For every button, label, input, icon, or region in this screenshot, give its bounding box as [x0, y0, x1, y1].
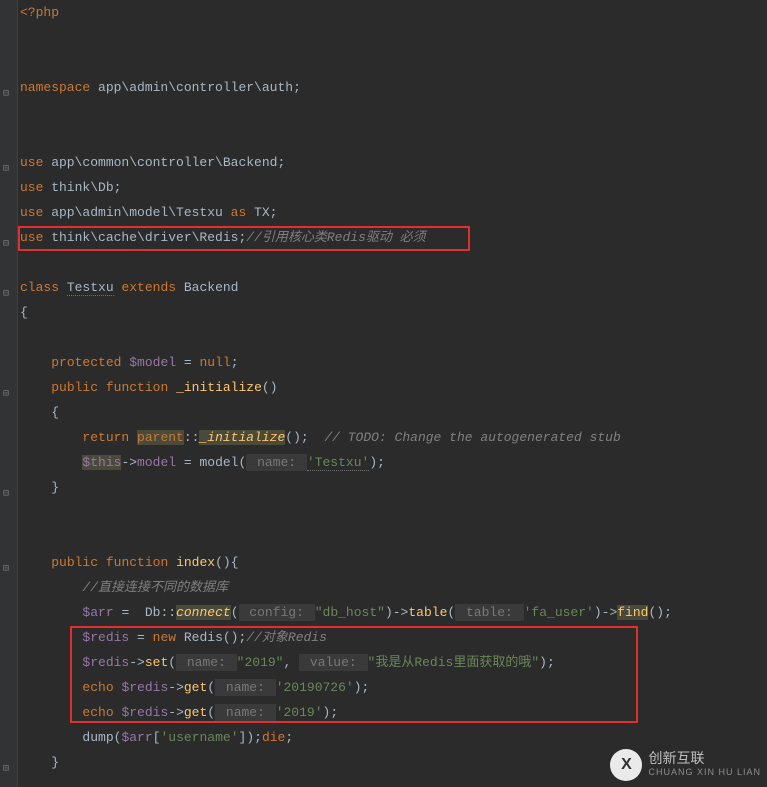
fold-icon[interactable]: ⊟ — [3, 757, 15, 769]
code-line — [18, 525, 767, 550]
code-line: { — [18, 400, 767, 425]
watermark: X 创新互联 CHUANG XIN HU LIAN — [610, 749, 761, 781]
fold-icon[interactable]: ⊟ — [3, 282, 15, 294]
code-line: } — [18, 475, 767, 500]
fold-icon[interactable]: ⊟ — [3, 557, 15, 569]
code-line: $redis->set( name: "2019", value: "我是从Re… — [18, 650, 767, 675]
code-line: class Testxu extends Backend — [18, 275, 767, 300]
code-line: return parent::_initialize(); // TODO: C… — [18, 425, 767, 450]
code-editor: ⊟ ⊟ ⊟ ⊟ ⊟ ⊟ ⊟ ⊟ <?php namespace app\admi… — [0, 0, 767, 787]
code-line: use app\common\controller\Backend; — [18, 150, 767, 175]
code-line — [18, 325, 767, 350]
code-line: echo $redis->get( name: '2019'); — [18, 700, 767, 725]
code-line: //直接连接不同的数据库 — [18, 575, 767, 600]
code-content[interactable]: <?php namespace app\admin\controller\aut… — [18, 0, 767, 787]
code-line: public function _initialize() — [18, 375, 767, 400]
code-line: $redis = new Redis();//对象Redis — [18, 625, 767, 650]
fold-icon[interactable]: ⊟ — [3, 382, 15, 394]
code-line — [18, 250, 767, 275]
code-line: echo $redis->get( name: '20190726'); — [18, 675, 767, 700]
code-line: use think\Db; — [18, 175, 767, 200]
code-line — [18, 50, 767, 75]
code-line — [18, 500, 767, 525]
editor-gutter: ⊟ ⊟ ⊟ ⊟ ⊟ ⊟ ⊟ ⊟ — [0, 0, 18, 787]
watermark-subtitle: CHUANG XIN HU LIAN — [648, 765, 761, 779]
code-line: use think\cache\driver\Redis;//引用核心类Redi… — [18, 225, 767, 250]
code-line: use app\admin\model\Testxu as TX; — [18, 200, 767, 225]
code-line: namespace app\admin\controller\auth; — [18, 75, 767, 100]
code-line: <?php — [18, 0, 767, 25]
code-line — [18, 125, 767, 150]
code-line: $this->model = model( name: 'Testxu'); — [18, 450, 767, 475]
fold-icon[interactable]: ⊟ — [3, 157, 15, 169]
code-line: public function index(){ — [18, 550, 767, 575]
code-line: protected $model = null; — [18, 350, 767, 375]
code-line: $arr = Db::connect( config: "db_host")->… — [18, 600, 767, 625]
watermark-logo-icon: X — [610, 749, 642, 781]
fold-icon[interactable]: ⊟ — [3, 232, 15, 244]
code-line — [18, 25, 767, 50]
fold-icon[interactable]: ⊟ — [3, 82, 15, 94]
code-line — [18, 100, 767, 125]
code-line: dump($arr['username']);die; — [18, 725, 767, 750]
code-line: { — [18, 300, 767, 325]
watermark-title: 创新互联 — [648, 751, 761, 765]
fold-icon[interactable]: ⊟ — [3, 482, 15, 494]
